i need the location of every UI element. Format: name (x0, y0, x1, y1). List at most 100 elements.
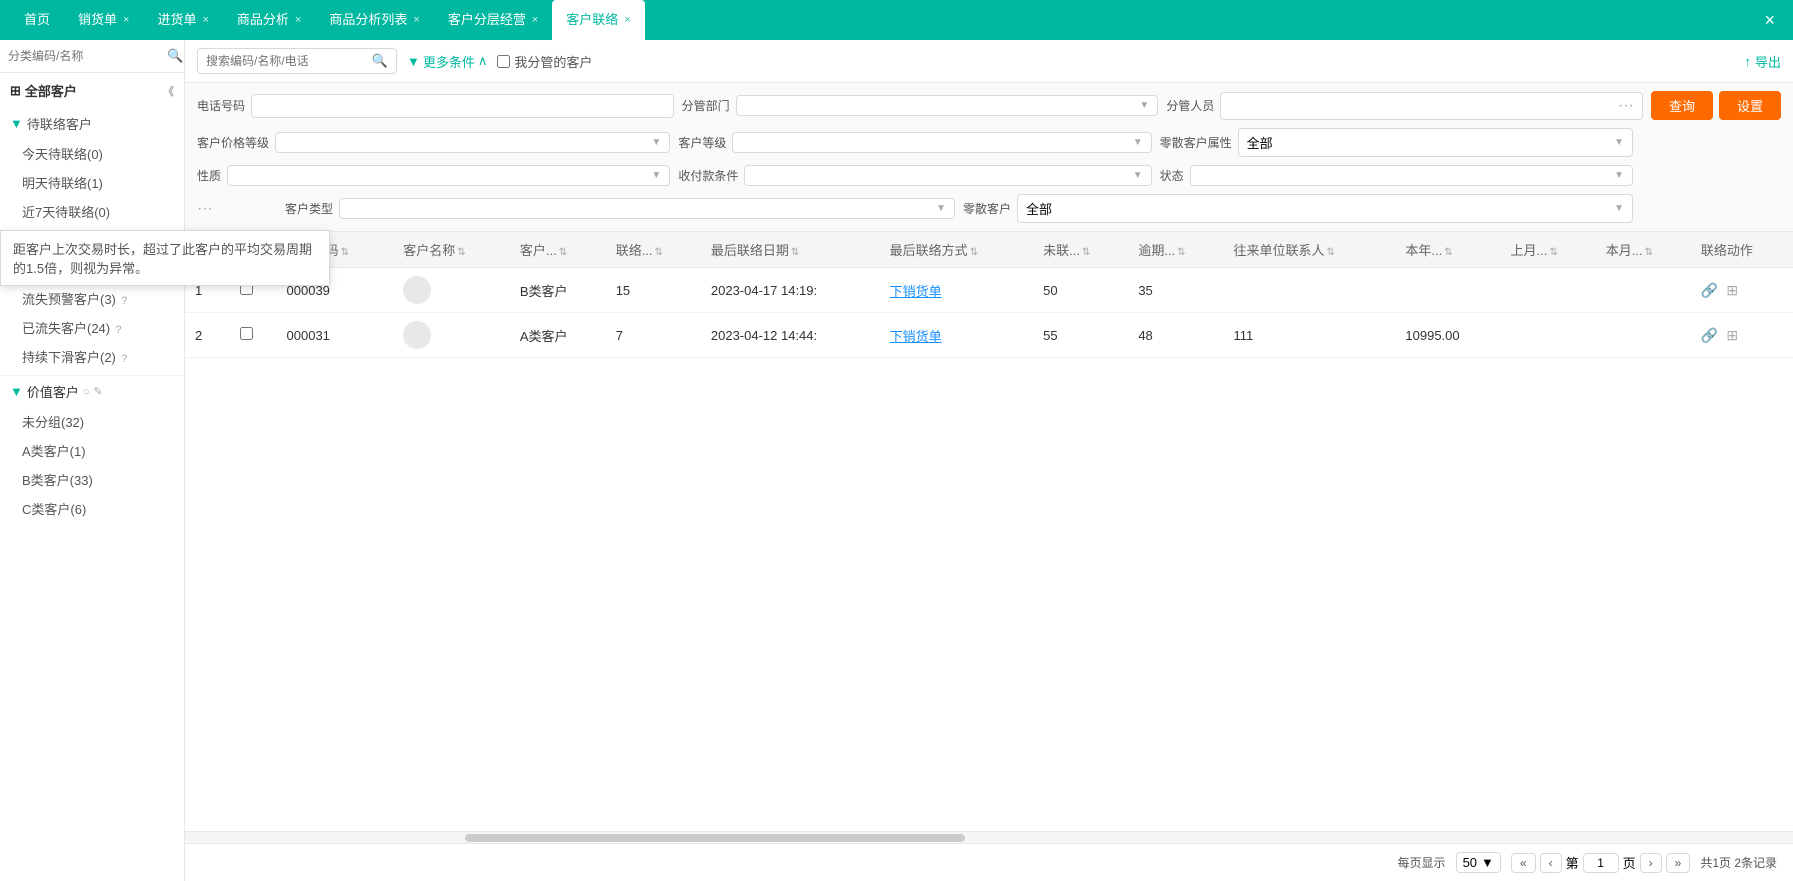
filter-manager-select[interactable]: ··· (1220, 92, 1643, 120)
sidebar-item-declining[interactable]: 持续下滑客户(2) ? (0, 342, 184, 371)
page-input[interactable] (1583, 853, 1619, 873)
pending-contact-group[interactable]: ▼ 待联络客户 (0, 108, 184, 139)
scroll-thumb[interactable] (465, 834, 965, 842)
export-icon: ↑ (1744, 54, 1751, 69)
sidebar-item-7days[interactable]: 近7天待联络(0) (0, 197, 184, 226)
row2-actions: 🔗 ⊞ (1701, 327, 1783, 344)
col10-sort-icon[interactable]: ⇅ (1327, 247, 1335, 258)
filter-dept-select[interactable]: ▼ (736, 95, 1159, 116)
row1-link-icon[interactable]: 🔗 (1701, 282, 1718, 299)
sidebar-item-tomorrow[interactable]: 明天待联络(1) (0, 168, 184, 197)
page-last-btn[interactable]: » (1666, 853, 1691, 873)
all-customers-section: ⊞ 全部客户 《 (0, 73, 184, 108)
row2-grid-icon[interactable]: ⊞ (1726, 327, 1738, 344)
horizontal-scrollbar[interactable] (185, 831, 1793, 843)
nav-customer-tier[interactable]: 客户分层经营 × (434, 0, 552, 40)
row2-last-method[interactable]: 下销货单 (890, 329, 942, 344)
sidebar-item-c-class[interactable]: C类客户(6) (0, 494, 184, 523)
row1-last-method[interactable]: 下销货单 (890, 284, 942, 299)
col9-sort-icon[interactable]: ⇅ (1177, 247, 1185, 258)
customer-type-arrow: ▼ (936, 203, 946, 214)
row1-grid-icon[interactable]: ⊞ (1726, 282, 1738, 299)
sidebar-item-ungroup[interactable]: 未分组(32) (0, 407, 184, 436)
filter-customer-grade-select[interactable]: ▼ (732, 132, 1151, 153)
nav-purchase[interactable]: 进货单 × (143, 0, 222, 40)
filter-status-select[interactable]: ▼ (1190, 165, 1633, 186)
col12-sort-icon[interactable]: ⇅ (1549, 247, 1557, 258)
my-customers-checkbox[interactable]: 我分管的客户 (497, 52, 592, 71)
my-customers-check[interactable] (497, 55, 510, 68)
price-grade-arrow: ▼ (651, 137, 661, 148)
col5-sort-icon[interactable]: ⇅ (655, 247, 663, 258)
filter-row-2: 客户价格等级 ▼ 客户等级 ▼ 零散客户属性 全部 (197, 128, 1781, 157)
close-customer-contact-icon[interactable]: × (624, 0, 630, 40)
value-section-edit-icon[interactable]: ✎ (94, 385, 103, 398)
row2-checkbox[interactable] (240, 327, 253, 340)
value-section-circle-icon[interactable]: ○ (83, 386, 90, 398)
page-next-btn[interactable]: › (1640, 853, 1662, 873)
filter-row-1: 电话号码 分管部门 ▼ 分管人员 ··· (197, 91, 1781, 120)
row4-ellipsis[interactable]: ··· (197, 200, 213, 218)
grid-icon: ⊞ (10, 83, 21, 99)
nav-product-analysis[interactable]: 商品分析 × (223, 0, 315, 40)
more-conditions-btn[interactable]: ▼ 更多条件 ∧ (407, 52, 487, 71)
col13-sort-icon[interactable]: ⇅ (1645, 247, 1653, 258)
query-btn[interactable]: 查询 (1651, 91, 1713, 120)
filter-customer-type: 客户类型 ▼ (285, 198, 955, 219)
page-first-btn[interactable]: « (1511, 853, 1536, 873)
col8-sort-icon[interactable]: ⇅ (1082, 247, 1090, 258)
filter-price-grade-select[interactable]: ▼ (275, 132, 670, 153)
sidebar-item-churn-warn[interactable]: 流失预警客户(3) ? (0, 284, 184, 313)
filter-customer-type-select[interactable]: ▼ (339, 198, 955, 219)
filter-retail-attr-select[interactable]: 全部 ▼ (1238, 128, 1633, 157)
table-row: 2 000031 A类客户 7 2023-04-12 14:44: 下销货单 5… (185, 313, 1793, 358)
filter-search-icon[interactable]: 🔍 (372, 53, 388, 69)
filter-retail-customer-select[interactable]: 全部 ▼ (1017, 194, 1633, 223)
col3-sort-icon[interactable]: ⇅ (457, 247, 465, 258)
row1-actions: 🔗 ⊞ (1701, 282, 1783, 299)
customer-table: ⚙ 客户编码⇅ 客户名称⇅ 客户...⇅ 联络...⇅ 最后联络日期⇅ 最后联络… (185, 232, 1793, 358)
window-close-icon[interactable]: × (1756, 10, 1783, 31)
manager-select-dots: ··· (1618, 97, 1634, 115)
close-product-analysis-icon[interactable]: × (295, 0, 301, 40)
col6-sort-icon[interactable]: ⇅ (791, 247, 799, 258)
nav-customer-contact[interactable]: 客户联络 × (552, 0, 644, 40)
filter-payment-select[interactable]: ▼ (744, 165, 1151, 186)
page-prev-btn[interactable]: ‹ (1540, 853, 1562, 873)
sidebar-item-a-class[interactable]: A类客户(1) (0, 436, 184, 465)
col7-sort-icon[interactable]: ⇅ (970, 247, 978, 258)
sidebar-item-today[interactable]: 今天待联络(0) (0, 139, 184, 168)
col11-sort-icon[interactable]: ⇅ (1444, 247, 1452, 258)
row2-link-icon[interactable]: 🔗 (1701, 327, 1718, 344)
sidebar: 🔍 ⊞ 全部客户 《 ▼ 待联络客户 今天待联络(0) 明天待联络(1) 近7天… (0, 40, 185, 881)
settings-btn[interactable]: 设置 (1719, 91, 1781, 120)
col4-sort-icon[interactable]: ⇅ (559, 247, 567, 258)
sidebar-item-b-class[interactable]: B类客户(33) (0, 465, 184, 494)
payment-arrow: ▼ (1133, 170, 1143, 181)
nav-home[interactable]: 首页 (10, 0, 64, 40)
per-page-select[interactable]: 50 ▼ (1456, 852, 1501, 873)
nav-product-analysis-list[interactable]: 商品分析列表 × (315, 0, 433, 40)
filter-phone-input[interactable] (251, 94, 674, 118)
sidebar-search-input[interactable] (8, 49, 163, 63)
filter-status: 状态 ▼ (1160, 165, 1633, 186)
sidebar-collapse-btn[interactable]: 《 (163, 83, 174, 99)
row2-avatar (403, 321, 431, 349)
tooltip-box: 距客户上次交易时长，超过了此客户的平均交易周期的1.5倍，则视为异常。 (0, 230, 185, 286)
sidebar-search-icon[interactable]: 🔍 (167, 48, 183, 64)
filter-nature-select[interactable]: ▼ (227, 165, 670, 186)
filter-bar: 🔍 ▼ 更多条件 ∧ 我分管的客户 ↑ 导出 (185, 40, 1793, 83)
top-nav: 首页 销货单 × 进货单 × 商品分析 × 商品分析列表 × 客户分层经营 × … (0, 0, 1793, 40)
content-area: 🔍 ▼ 更多条件 ∧ 我分管的客户 ↑ 导出 电话号码 (185, 40, 1793, 881)
sidebar-item-churned[interactable]: 已流失客户(24) ? (0, 313, 184, 342)
col2-sort-icon[interactable]: ⇅ (341, 247, 349, 258)
close-customer-tier-icon[interactable]: × (532, 0, 538, 40)
nav-sales[interactable]: 销货单 × (64, 0, 143, 40)
filter-search-input[interactable] (206, 54, 368, 68)
export-btn[interactable]: ↑ 导出 (1744, 52, 1781, 71)
churn-warn-help-icon: ? (121, 295, 127, 307)
close-purchase-icon[interactable]: × (202, 0, 208, 40)
close-product-analysis-list-icon[interactable]: × (413, 0, 419, 40)
close-sales-icon[interactable]: × (123, 0, 129, 40)
value-section-arrow: ▼ (10, 384, 23, 399)
